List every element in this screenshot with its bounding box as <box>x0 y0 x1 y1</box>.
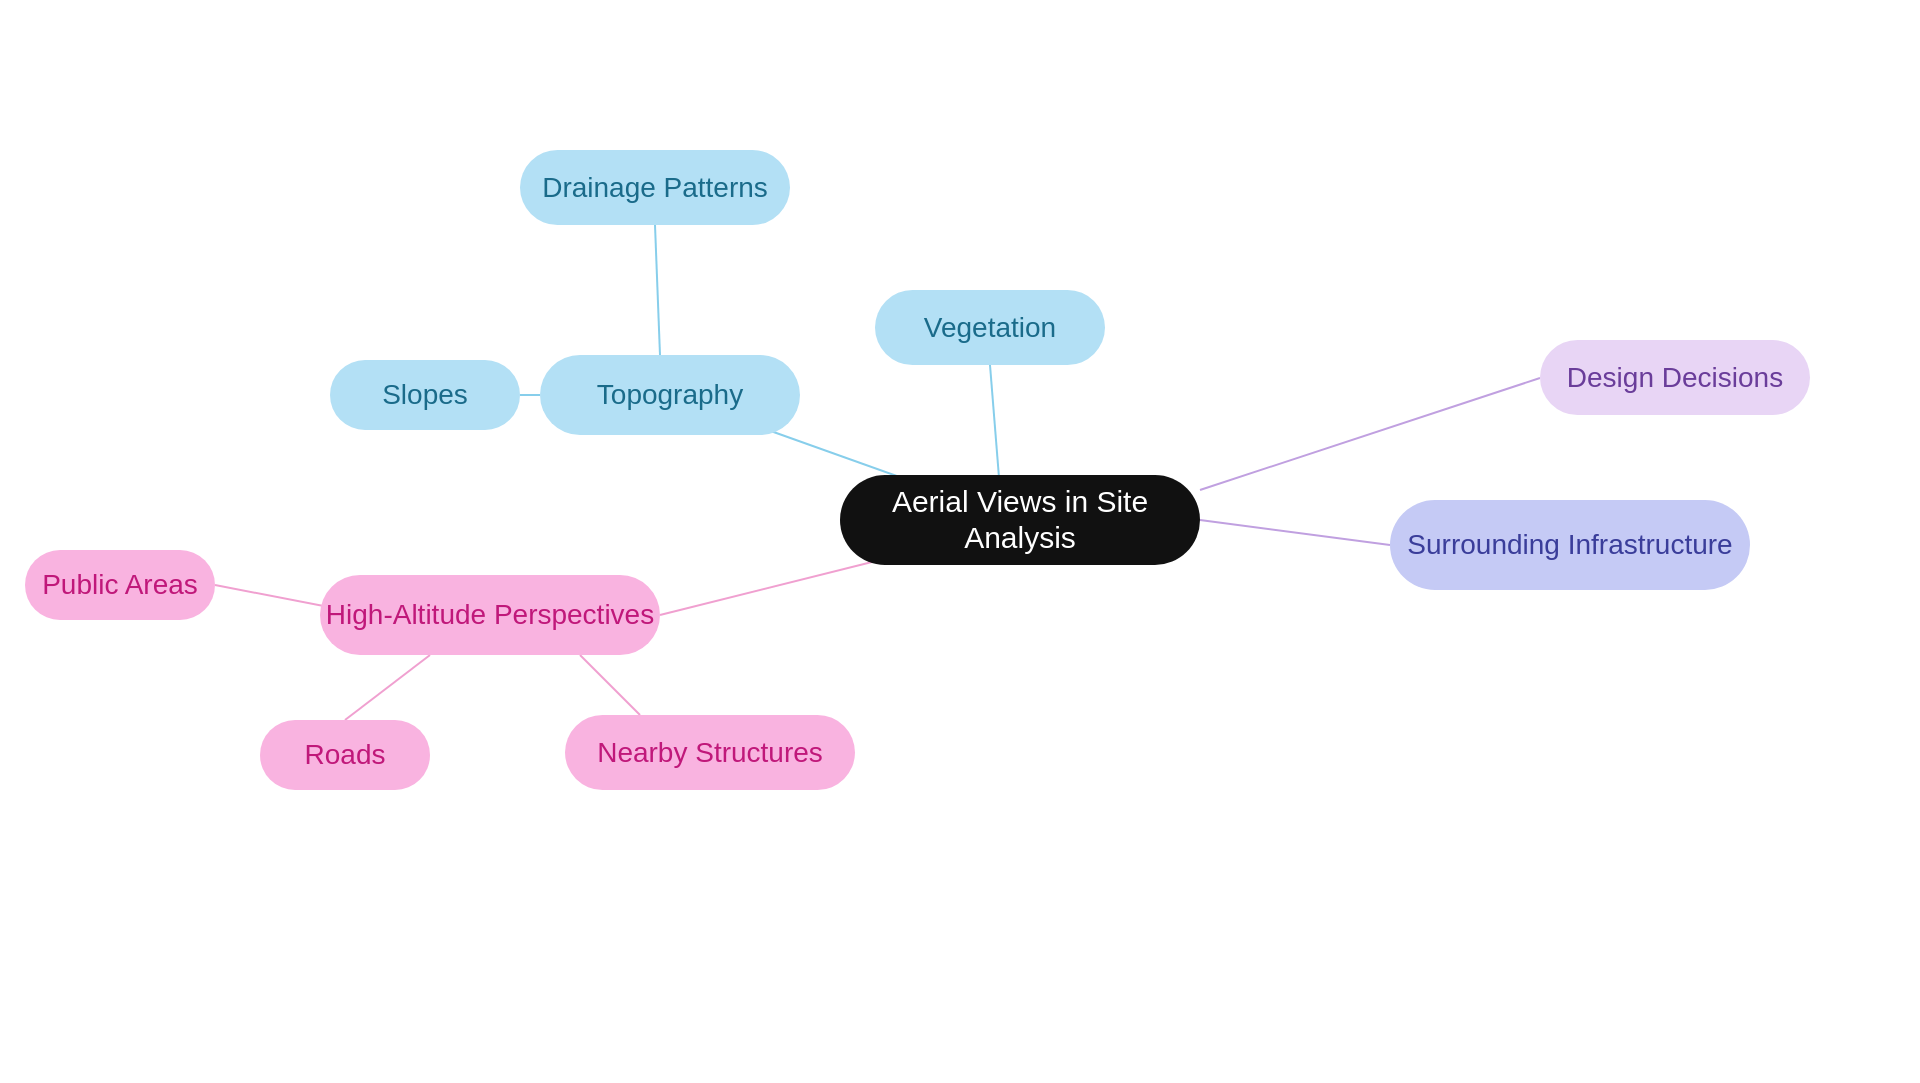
vegetation-node[interactable]: Vegetation <box>875 290 1105 365</box>
design-decisions-node-label: Design Decisions <box>1567 361 1783 395</box>
high-altitude-node-label: High-Altitude Perspectives <box>326 598 654 632</box>
svg-line-1 <box>655 225 660 355</box>
nearby-structures-node-label: Nearby Structures <box>597 736 823 770</box>
surrounding-infrastructure-node[interactable]: Surrounding Infrastructure <box>1390 500 1750 590</box>
public-areas-node[interactable]: Public Areas <box>25 550 215 620</box>
drainage-node[interactable]: Drainage Patterns <box>520 150 790 225</box>
topography-node[interactable]: Topography <box>540 355 800 435</box>
roads-node[interactable]: Roads <box>260 720 430 790</box>
svg-line-8 <box>345 655 430 720</box>
central-node[interactable]: Aerial Views in Site Analysis <box>840 475 1200 565</box>
design-decisions-node[interactable]: Design Decisions <box>1540 340 1810 415</box>
svg-line-3 <box>990 365 1000 490</box>
roads-node-label: Roads <box>305 738 386 772</box>
vegetation-node-label: Vegetation <box>924 311 1056 345</box>
nearby-structures-node[interactable]: Nearby Structures <box>565 715 855 790</box>
high-altitude-node[interactable]: High-Altitude Perspectives <box>320 575 660 655</box>
svg-line-5 <box>1200 520 1390 545</box>
slopes-node-label: Slopes <box>382 378 468 412</box>
svg-line-4 <box>1200 378 1540 490</box>
public-areas-node-label: Public Areas <box>42 568 198 602</box>
topography-node-label: Topography <box>597 378 743 412</box>
drainage-node-label: Drainage Patterns <box>542 171 768 205</box>
svg-line-9 <box>580 655 640 715</box>
central-node-label: Aerial Views in Site Analysis <box>840 484 1200 556</box>
slopes-node[interactable]: Slopes <box>330 360 520 430</box>
svg-line-6 <box>660 555 900 615</box>
surrounding-infrastructure-node-label: Surrounding Infrastructure <box>1407 528 1732 562</box>
